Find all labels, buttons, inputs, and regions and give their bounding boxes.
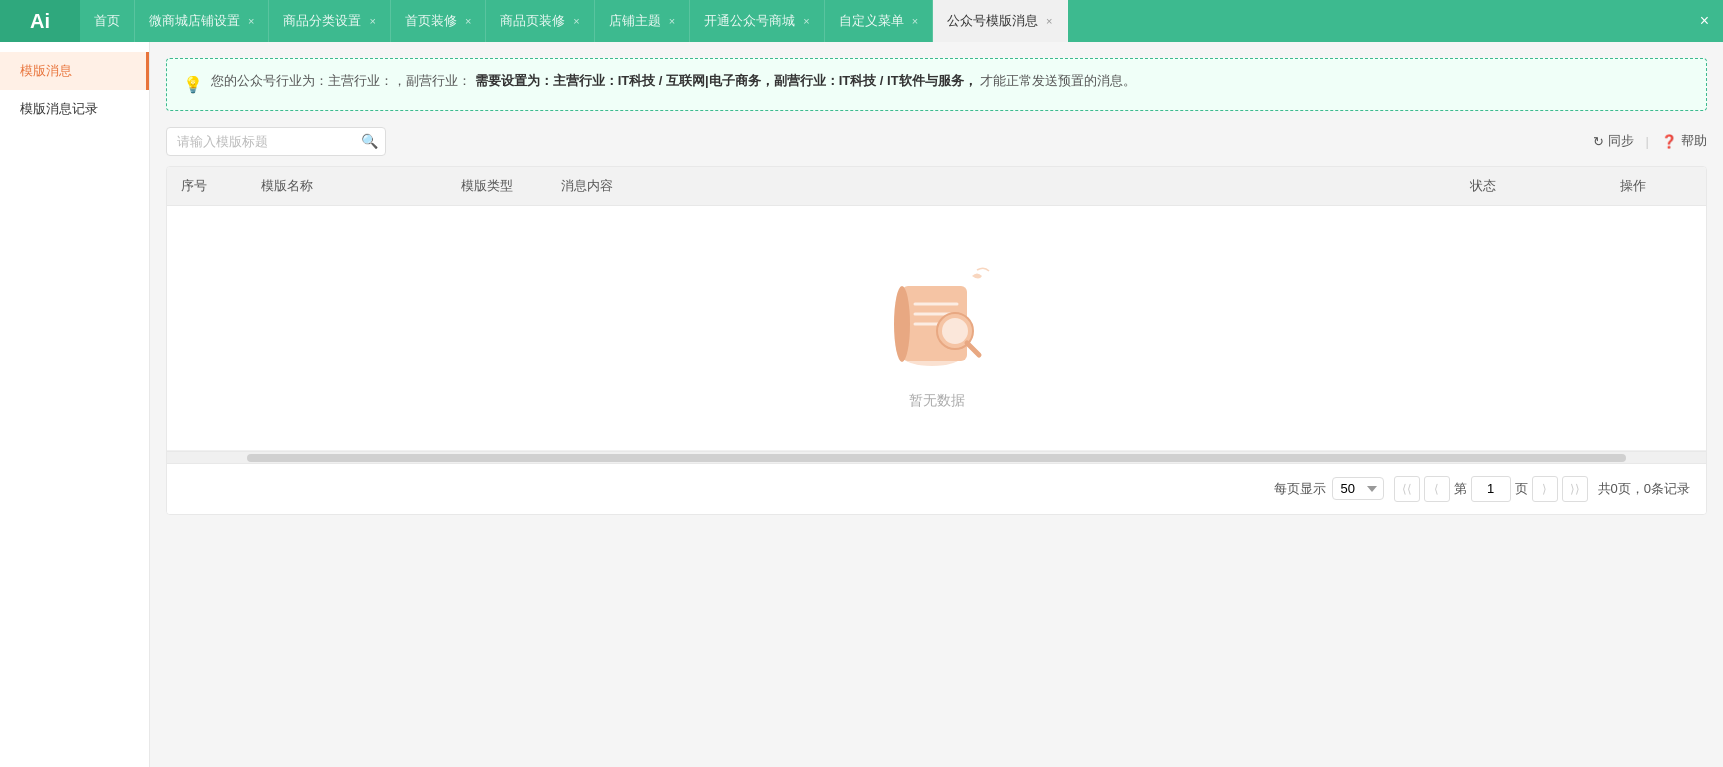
help-icon: ❓ <box>1661 134 1677 149</box>
tab-custom-menu[interactable]: 自定义菜单 × <box>825 0 933 42</box>
tab-product-page-close[interactable]: × <box>573 15 579 27</box>
help-button[interactable]: ❓ 帮助 <box>1661 132 1707 150</box>
sidebar-item-template-message-label: 模版消息 <box>20 63 72 78</box>
tab-shop-theme-close[interactable]: × <box>669 15 675 27</box>
tab-wechat-shop-close[interactable]: × <box>248 15 254 27</box>
sidebar-item-template-message[interactable]: 模版消息 <box>0 52 149 90</box>
search-toolbar: 🔍 ↻ 同步 | ❓ 帮助 <box>166 127 1707 156</box>
tab-bar: 首页 微商城店铺设置 × 商品分类设置 × 首页装修 × 商品页装修 × 店铺主… <box>80 0 1686 42</box>
col-header-action: 操作 <box>1606 167 1706 206</box>
col-header-type: 模版类型 <box>447 167 547 206</box>
empty-illustration <box>877 256 997 376</box>
toolbar-divider: | <box>1646 134 1649 149</box>
info-highlight: 需要设置为：主营行业：IT科技 / 互联网|电子商务，副营行业：IT科技 / I… <box>475 73 977 88</box>
tab-template-msg-label: 公众号模版消息 <box>947 12 1038 30</box>
search-input-wrap: 🔍 <box>166 127 386 156</box>
page-prefix: 第 <box>1454 480 1467 498</box>
table-header-row: 序号 模版名称 模版类型 消息内容 状态 操作 <box>167 167 1706 206</box>
info-suffix: 才能正常发送预置的消息。 <box>980 73 1136 88</box>
info-prefix: 您的公众号行业为：主营行业：，副营行业： <box>211 73 471 88</box>
tab-product-category-label: 商品分类设置 <box>283 12 361 30</box>
tab-custom-menu-close[interactable]: × <box>912 15 918 27</box>
tab-product-page-label: 商品页装修 <box>500 12 565 30</box>
sidebar: 模版消息 模版消息记录 <box>0 42 150 767</box>
page-navigation: ⟨⟨ ⟨ 第 页 ⟩ ⟩⟩ <box>1394 476 1588 502</box>
main-content: 💡 您的公众号行业为：主营行业：，副营行业： 需要设置为：主营行业：IT科技 /… <box>150 42 1723 767</box>
tab-product-category[interactable]: 商品分类设置 × <box>269 0 390 42</box>
total-info: 共0页，0条记录 <box>1598 480 1690 498</box>
tab-template-msg[interactable]: 公众号模版消息 × <box>933 0 1067 42</box>
app-logo: Ai <box>0 0 80 42</box>
main-layout: 模版消息 模版消息记录 💡 您的公众号行业为：主营行业：，副营行业： 需要设置为… <box>0 42 1723 767</box>
svg-point-2 <box>894 286 910 362</box>
page-suffix: 页 <box>1515 480 1528 498</box>
tab-home-decor[interactable]: 首页装修 × <box>391 0 486 42</box>
empty-cell: 暂无数据 <box>167 205 1706 450</box>
svg-point-7 <box>942 318 968 344</box>
info-banner-text: 您的公众号行业为：主营行业：，副营行业： 需要设置为：主营行业：IT科技 / 互… <box>211 71 1136 92</box>
scrollbar-thumb[interactable] <box>247 454 1626 462</box>
help-label: 帮助 <box>1681 132 1707 150</box>
tab-custom-menu-label: 自定义菜单 <box>839 12 904 30</box>
tab-home-label: 首页 <box>94 12 120 30</box>
empty-row: 暂无数据 <box>167 205 1706 450</box>
sync-icon: ↻ <box>1593 134 1604 149</box>
svg-line-8 <box>967 343 979 355</box>
data-table: 序号 模版名称 模版类型 消息内容 状态 操作 <box>167 167 1706 451</box>
per-page-select[interactable]: 50 10 20 100 <box>1332 477 1384 500</box>
page-number-input[interactable] <box>1471 476 1511 502</box>
close-all-button[interactable]: × <box>1686 0 1723 42</box>
empty-state: 暂无数据 <box>181 216 1692 440</box>
bulb-icon: 💡 <box>183 72 203 98</box>
next-page-button[interactable]: ⟩ <box>1532 476 1558 502</box>
tab-product-category-close[interactable]: × <box>369 15 375 27</box>
search-input[interactable] <box>166 127 386 156</box>
horizontal-scrollbar[interactable] <box>167 451 1706 463</box>
col-header-status: 状态 <box>1456 167 1606 206</box>
tab-shop-theme[interactable]: 店铺主题 × <box>595 0 690 42</box>
tab-home[interactable]: 首页 <box>80 0 135 42</box>
sidebar-item-template-record-label: 模版消息记录 <box>20 101 98 116</box>
tab-open-mall-close[interactable]: × <box>803 15 809 27</box>
top-nav: Ai 首页 微商城店铺设置 × 商品分类设置 × 首页装修 × 商品页装修 × … <box>0 0 1723 42</box>
tab-wechat-shop[interactable]: 微商城店铺设置 × <box>135 0 269 42</box>
prev-page-button[interactable]: ⟨ <box>1424 476 1450 502</box>
last-page-button[interactable]: ⟩⟩ <box>1562 476 1588 502</box>
sync-label: 同步 <box>1608 132 1634 150</box>
tab-home-decor-label: 首页装修 <box>405 12 457 30</box>
col-header-seq: 序号 <box>167 167 247 206</box>
tab-wechat-shop-label: 微商城店铺设置 <box>149 12 240 30</box>
info-banner: 💡 您的公众号行业为：主营行业：，副营行业： 需要设置为：主营行业：IT科技 /… <box>166 58 1707 111</box>
col-header-content: 消息内容 <box>547 167 1456 206</box>
col-header-name: 模版名称 <box>247 167 447 206</box>
tab-open-mall[interactable]: 开通公众号商城 × <box>690 0 824 42</box>
first-page-button[interactable]: ⟨⟨ <box>1394 476 1420 502</box>
search-icon[interactable]: 🔍 <box>361 133 378 149</box>
pagination: 每页显示 50 10 20 100 ⟨⟨ ⟨ 第 页 ⟩ ⟩⟩ <box>167 463 1706 514</box>
per-page-label: 每页显示 <box>1274 480 1326 498</box>
tab-open-mall-label: 开通公众号商城 <box>704 12 795 30</box>
tab-template-msg-close[interactable]: × <box>1046 15 1052 27</box>
toolbar-right: ↻ 同步 | ❓ 帮助 <box>1593 132 1707 150</box>
tab-shop-theme-label: 店铺主题 <box>609 12 661 30</box>
sync-button[interactable]: ↻ 同步 <box>1593 132 1634 150</box>
tab-home-decor-close[interactable]: × <box>465 15 471 27</box>
data-table-wrap: 序号 模版名称 模版类型 消息内容 状态 操作 <box>166 166 1707 515</box>
sidebar-item-template-record[interactable]: 模版消息记录 <box>0 90 149 128</box>
per-page-section: 每页显示 50 10 20 100 <box>1274 477 1384 500</box>
tab-product-page[interactable]: 商品页装修 × <box>486 0 594 42</box>
empty-text: 暂无数据 <box>909 392 965 410</box>
